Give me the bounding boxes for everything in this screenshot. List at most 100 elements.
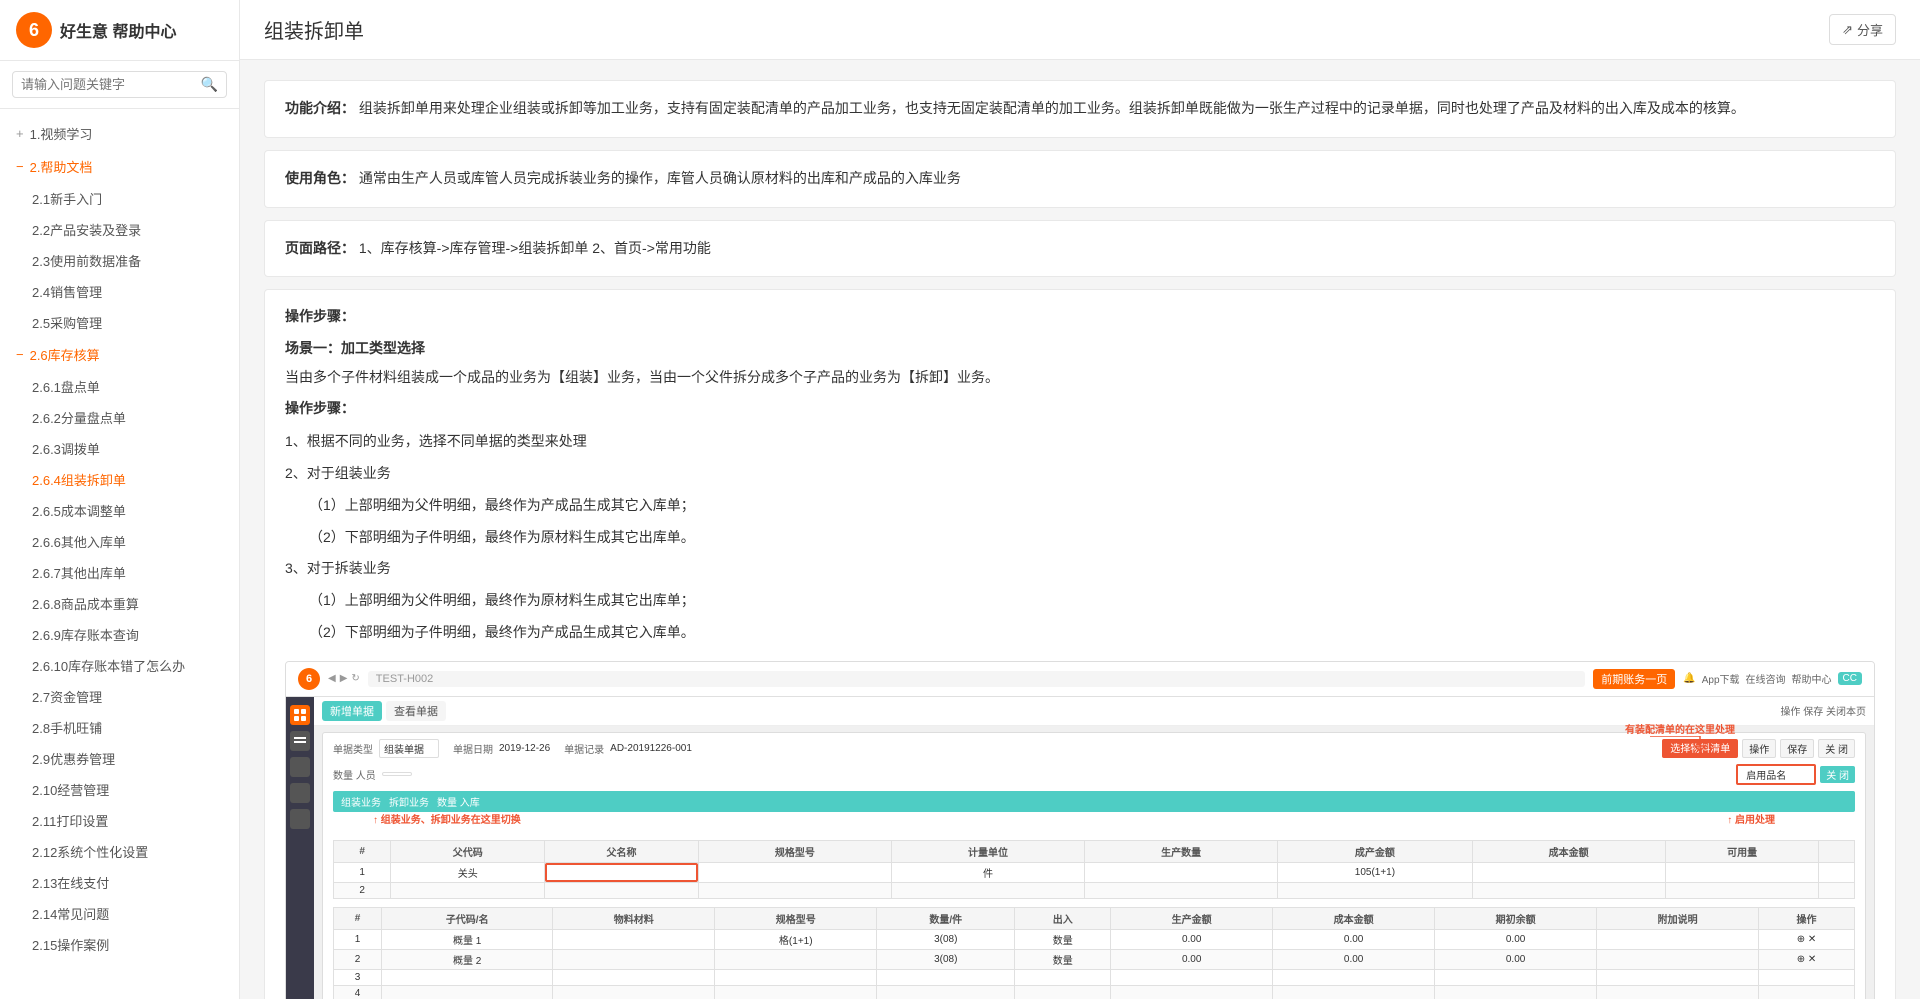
- steps-label: 操作步骤：: [285, 398, 1875, 418]
- sidebar-item-inventory[interactable]: − 2.6库存核算: [0, 338, 239, 371]
- sidebar-item-other-in[interactable]: 2.6.6其他入库单: [0, 526, 239, 557]
- col-parent-code: 父代码: [391, 840, 545, 862]
- app-title: 好生意 帮助中心: [60, 18, 176, 42]
- path-box: 页面路径： 1、库存核算->库存管理->组装拆卸单 2、首页->常用功能: [264, 220, 1896, 278]
- step1: 1、根据不同的业务，选择不同单据的类型来处理: [285, 430, 1875, 454]
- sidebar-item-coupon[interactable]: 2.9优惠券管理: [0, 743, 239, 774]
- col-unit: 计量单位: [891, 840, 1084, 862]
- sidebar-item-print[interactable]: 2.11打印设置: [0, 805, 239, 836]
- scene1-desc: 当由多个子件材料组装成一个成品的业务为【组装】业务，当由一个父件拆分成多个子产品…: [285, 366, 1875, 390]
- feature-intro-text: 组装拆卸单用来处理企业组装或拆卸等加工业务，支持有固定装配清单的产品加工业务，也…: [359, 100, 1745, 116]
- role-box: 使用角色： 通常由生产人员或库管人员完成拆装业务的操作，库管人员确认原材料的出库…: [264, 150, 1896, 208]
- sidebar-item-cases[interactable]: 2.15操作案例: [0, 929, 239, 960]
- feature-intro-box: 功能介绍： 组装拆卸单用来处理企业组装或拆卸等加工业务，支持有固定装配清单的产品…: [264, 80, 1896, 138]
- search-area: 🔍: [0, 61, 239, 109]
- step2-sub1: （1）上部明细为父件明细，最终作为产成品生成其它入库单；: [309, 494, 1875, 518]
- ss-save-btn[interactable]: 保存: [1780, 739, 1814, 758]
- sidebar-item-assemble[interactable]: 2.6.4组装拆卸单: [0, 464, 239, 495]
- step3: 3、对于拆装业务: [285, 557, 1875, 581]
- sidebar-item-mobile[interactable]: 2.8手机旺铺: [0, 712, 239, 743]
- sidebar-item-label: 2.6库存核算: [30, 345, 100, 364]
- col-num: #: [334, 840, 391, 862]
- step2: 2、对于组装业务: [285, 462, 1875, 486]
- ss-front-btn[interactable]: 前期账务一页: [1593, 669, 1675, 689]
- share-button[interactable]: ⇗ 分享: [1829, 14, 1896, 45]
- ss-form-row2: 数量 人员 启用品名 关 闭: [333, 764, 1855, 785]
- table-row: 3: [334, 969, 1855, 985]
- sidebar-item-data-prep[interactable]: 2.3使用前数据准备: [0, 245, 239, 276]
- step-list: 1、根据不同的业务，选择不同单据的类型来处理 2、对于组装业务 （1）上部明细为…: [285, 430, 1875, 645]
- sidebar-item-faq[interactable]: 2.14常见问题: [0, 898, 239, 929]
- logo-icon: 6: [16, 12, 52, 48]
- sidebar-item-stock-error[interactable]: 2.6.10库存账本错了怎么办: [0, 650, 239, 681]
- sidebar-item-adjust[interactable]: 2.6.3调拨单: [0, 433, 239, 464]
- ss-qty[interactable]: [382, 772, 412, 776]
- sidebar-item-online-pay[interactable]: 2.13在线支付: [0, 867, 239, 898]
- sidebar-item-split-stocktake[interactable]: 2.6.2分量盘点单: [0, 402, 239, 433]
- search-icon[interactable]: 🔍: [201, 76, 218, 93]
- col-avail: 可用量: [1665, 840, 1819, 862]
- sidebar-item-sales[interactable]: 2.4销售管理: [0, 276, 239, 307]
- table-row: 2: [334, 882, 1855, 898]
- sidebar-item-video[interactable]: + 1.视频学习: [0, 117, 239, 150]
- ss-nav-icon3: [290, 757, 310, 777]
- table-row: 1 关头 件: [334, 862, 1855, 882]
- top-bar: 组装拆卸单 ⇗ 分享: [240, 0, 1920, 60]
- annotation-switch: ↑ 组装业务、拆卸业务在这里切换: [373, 811, 521, 826]
- sidebar-item-custom[interactable]: 2.12系统个性化设置: [0, 836, 239, 867]
- step3-sub2: （2）下部明细为子件明细，最终作为产成品生成其它入库单。: [309, 621, 1875, 645]
- ss-product-name-input[interactable]: 启用品名: [1736, 764, 1816, 785]
- ss-child-table-wrapper: # 子代码/名 物料材料 规格型号 数量/件 出入 生产金额 成: [333, 907, 1855, 999]
- minus-icon: −: [16, 347, 24, 362]
- col-qty: 生产数量: [1085, 840, 1278, 862]
- sidebar-item-ops[interactable]: 2.10经营管理: [0, 774, 239, 805]
- ss-close-btn[interactable]: 关 闭: [1818, 739, 1855, 758]
- sidebar-item-cost-calc[interactable]: 2.6.8商品成本重算: [0, 588, 239, 619]
- ss-confirm-btn[interactable]: 关 闭: [1820, 766, 1855, 783]
- sidebar-item-cost-adjust[interactable]: 2.6.5成本调整单: [0, 495, 239, 526]
- ss-parent-table: # 父代码 父名称 规格型号 计量单位 生产数量 成产金额 成本: [333, 840, 1855, 899]
- ss-action-btn[interactable]: 操作: [1742, 739, 1776, 758]
- sidebar-item-label: 2.帮助文档: [30, 157, 93, 176]
- table-row: 1 概量 1 格(1+1) 3(08) 数量 0.00 0.0: [334, 929, 1855, 949]
- ss-table-top-wrapper: # 父代码 父名称 规格型号 计量单位 生产数量 成产金额 成本: [333, 840, 1855, 899]
- ss-app-body: 新增单据 查看单据 操作 保存 关闭本页 单据类型 组装单据: [286, 697, 1874, 999]
- sidebar-item-purchase[interactable]: 2.5采购管理: [0, 307, 239, 338]
- ss-doc-num: AD-20191226-001: [610, 743, 692, 754]
- sidebar-item-stocktake[interactable]: 2.6.1盘点单: [0, 371, 239, 402]
- sidebar-item-docs[interactable]: − 2.帮助文档: [0, 150, 239, 183]
- ss-tab-new[interactable]: 新增单据: [322, 701, 382, 721]
- search-input[interactable]: [21, 77, 201, 92]
- col-prod-amt: 成产金额: [1278, 840, 1472, 862]
- ss-nav-icon2: [290, 731, 310, 751]
- logo-area: 6 好生意 帮助中心: [0, 0, 239, 61]
- table-row: 4: [334, 985, 1855, 999]
- ss-url-bar: TEST-H002: [368, 671, 1586, 687]
- sidebar: 6 好生意 帮助中心 🔍 + 1.视频学习 − 2.帮助文档 2.1新手入门 2…: [0, 0, 240, 999]
- sidebar-item-beginner[interactable]: 2.1新手入门: [0, 183, 239, 214]
- ss-nav-icon1: [290, 705, 310, 725]
- ss-right-panel: 启用品名 关 闭: [1736, 764, 1855, 785]
- operations-title: 操作步骤：: [285, 306, 1875, 326]
- sidebar-item-other-out[interactable]: 2.6.7其他出库单: [0, 557, 239, 588]
- ss-green-toolbar: 组装业务 拆卸业务 数量 入库: [333, 791, 1855, 812]
- ss-green-bar-wrapper: 组装业务 拆卸业务 数量 入库 ↑ 组装业务、拆卸业务在这里切换: [333, 791, 1855, 812]
- ss-doc-form: 单据类型 组装单据 单据日期 2019-12-26 单据记录 AD-201912…: [322, 732, 1866, 999]
- nav-area: + 1.视频学习 − 2.帮助文档 2.1新手入门 2.2产品安装及登录 2.3…: [0, 109, 239, 999]
- annotation-enable: ↑ 启用处理: [1727, 811, 1775, 826]
- ss-tab-view[interactable]: 查看单据: [386, 701, 446, 721]
- ss-logo: 6: [298, 668, 320, 690]
- sidebar-item-finance[interactable]: 2.7资金管理: [0, 681, 239, 712]
- path-label: 页面路径：: [285, 240, 355, 256]
- col-op: [1819, 840, 1855, 862]
- role-text: 通常由生产人员或库管人员完成拆装业务的操作，库管人员确认原材料的出库和产成品的入…: [359, 170, 961, 186]
- step3-sub1: （1）上部明细为父件明细，最终作为原材料生成其它出库单；: [309, 589, 1875, 613]
- path-text: 1、库存核算->库存管理->组装拆卸单 2、首页->常用功能: [359, 240, 711, 256]
- sidebar-item-stock-query[interactable]: 2.6.9库存账本查询: [0, 619, 239, 650]
- ss-doc-type[interactable]: 组装单据: [379, 739, 439, 758]
- annotation-bom: 有装配清单的在这里处理: [1625, 721, 1735, 756]
- search-wrap[interactable]: 🔍: [12, 71, 227, 98]
- table-row: 2 概量 2 3(08) 数量 0.00 0.00: [334, 949, 1855, 969]
- ss-nav-icon5: [290, 809, 310, 829]
- sidebar-item-install[interactable]: 2.2产品安装及登录: [0, 214, 239, 245]
